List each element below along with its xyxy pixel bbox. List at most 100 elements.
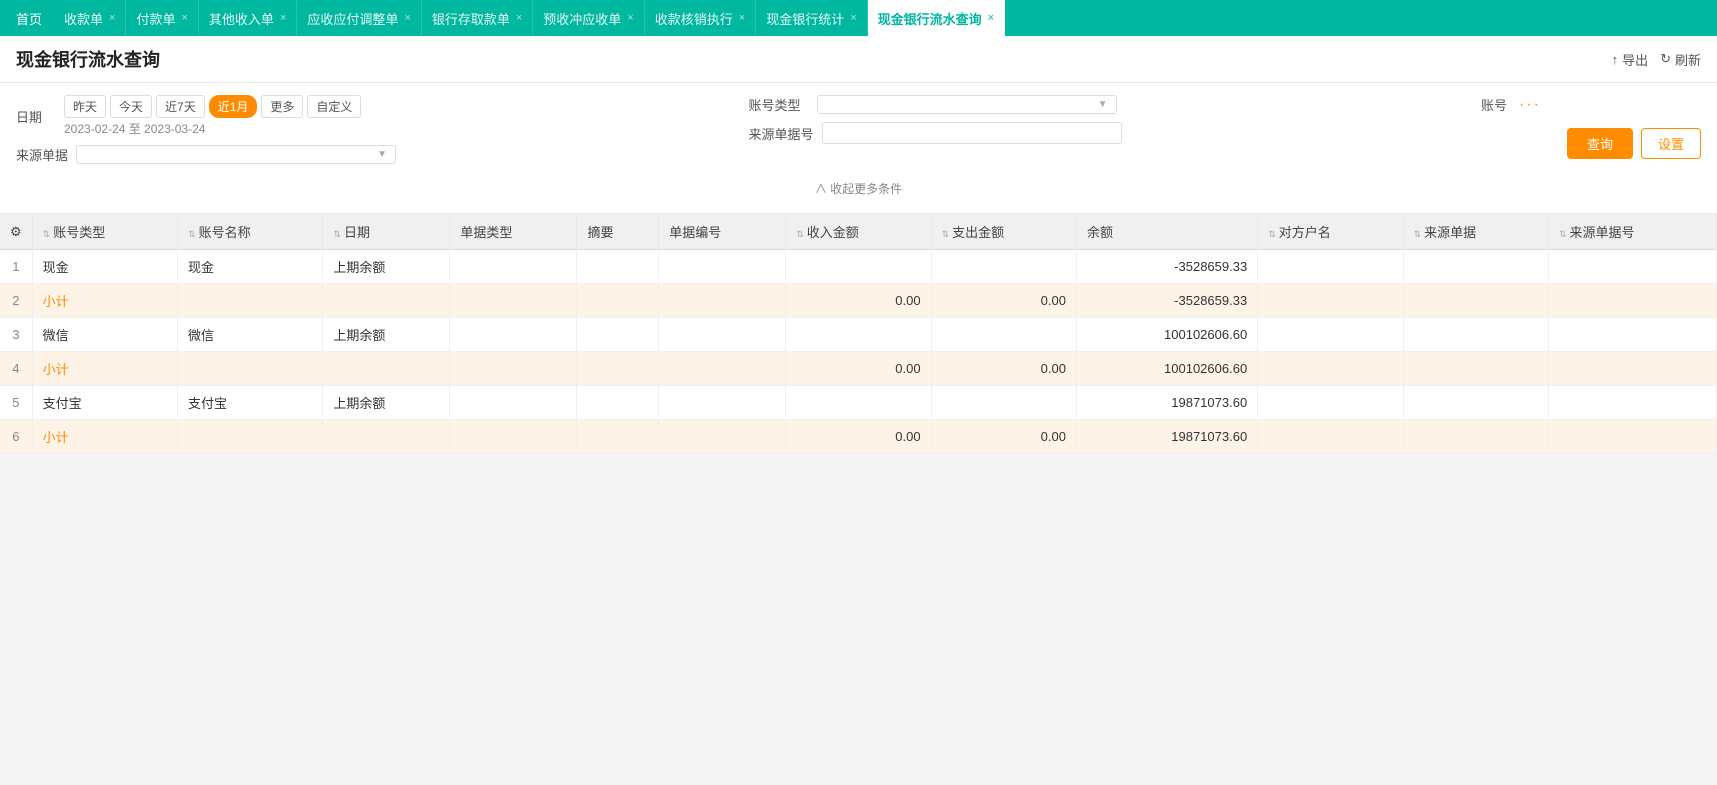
date-filter-row: 日期 昨天今天近7天近1月更多自定义 2023-02-24 至 2023-03-… xyxy=(16,95,709,137)
nav-tab-收款单[interactable]: 收款单× xyxy=(54,0,126,36)
tab-close-icon[interactable]: × xyxy=(516,12,522,24)
cell-summary xyxy=(577,386,659,420)
nav-tab-现金银行统计[interactable]: 现金银行统计× xyxy=(756,0,867,36)
source-doc-label: 来源单据 xyxy=(16,145,68,164)
collapse-label: 收起更多条件 xyxy=(830,182,902,196)
cell-source_doc_no xyxy=(1548,352,1716,386)
table-row: 5支付宝支付宝上期余额19871073.60 xyxy=(0,386,1717,420)
cell-expense: 0.00 xyxy=(931,284,1076,318)
cell-counterpart xyxy=(1258,352,1403,386)
cell-doc_type xyxy=(450,420,577,454)
cell-source_doc_no xyxy=(1548,318,1716,352)
date-option-更多[interactable]: 更多 xyxy=(261,95,303,118)
source-doc-num-input[interactable] xyxy=(822,122,1122,144)
tab-close-icon[interactable]: × xyxy=(280,12,286,24)
col-header-date[interactable]: ⇅日期 xyxy=(323,214,450,250)
col-header-doc_no: 单据编号 xyxy=(659,214,786,250)
date-label: 日期 xyxy=(16,107,56,126)
col-header-income[interactable]: ⇅收入金额 xyxy=(786,214,931,250)
date-option-自定义[interactable]: 自定义 xyxy=(307,95,361,118)
refresh-button[interactable]: ↻ 刷新 xyxy=(1660,50,1701,69)
col-header-account_type[interactable]: ⇅账号类型 xyxy=(32,214,177,250)
cell-account_type: 现金 xyxy=(32,250,177,284)
col-header-summary: 摘要 xyxy=(577,214,659,250)
action-buttons: 查询 设置 xyxy=(1567,128,1701,159)
collapse-bar[interactable]: ∧ 收起更多条件 xyxy=(16,176,1701,201)
cell-date: 上期余额 xyxy=(323,386,450,420)
cell-doc_no xyxy=(659,250,786,284)
nav-tab-预收冲应收单[interactable]: 预收冲应收单× xyxy=(533,0,644,36)
settings-button[interactable]: 设置 xyxy=(1641,128,1701,159)
cell-expense xyxy=(931,386,1076,420)
tab-close-icon[interactable]: × xyxy=(739,12,745,24)
account-type-select[interactable]: ▼ xyxy=(817,95,1117,114)
cell-source_doc xyxy=(1403,284,1548,318)
cell-account_type: 小计 xyxy=(32,420,177,454)
date-options: 昨天今天近7天近1月更多自定义 xyxy=(64,95,361,118)
cell-counterpart xyxy=(1258,250,1403,284)
cell-source_doc_no xyxy=(1548,420,1716,454)
cell-counterpart xyxy=(1258,284,1403,318)
cell-date xyxy=(323,420,450,454)
cell-row_num: 2 xyxy=(0,284,32,318)
nav-tab-现金银行流水查询[interactable]: 现金银行流水查询× xyxy=(868,0,1005,36)
export-button[interactable]: ↑ 导出 xyxy=(1612,50,1649,69)
cell-row_num: 6 xyxy=(0,420,32,454)
col-header-source_doc_no[interactable]: ⇅来源单据号 xyxy=(1548,214,1716,250)
tab-close-icon[interactable]: × xyxy=(404,12,410,24)
nav-tab-收款核销执行[interactable]: 收款核销执行× xyxy=(645,0,756,36)
table-body: 1现金现金上期余额-3528659.332小计0.000.00-3528659.… xyxy=(0,250,1717,454)
cell-balance: 100102606.60 xyxy=(1076,352,1257,386)
main-table: ⚙⇅账号类型⇅账号名称⇅日期单据类型摘要单据编号⇅收入金额⇅支出金额余额⇅对方户… xyxy=(0,214,1717,454)
date-option-近7天[interactable]: 近7天 xyxy=(156,95,205,118)
cell-row_num: 1 xyxy=(0,250,32,284)
table-row: 4小计0.000.00100102606.60 xyxy=(0,352,1717,386)
table-row: 2小计0.000.00-3528659.33 xyxy=(0,284,1717,318)
cell-balance: 19871073.60 xyxy=(1076,386,1257,420)
cell-expense: 0.00 xyxy=(931,420,1076,454)
table-row: 1现金现金上期余额-3528659.33 xyxy=(0,250,1717,284)
nav-tab-付款单[interactable]: 付款单× xyxy=(126,0,198,36)
cell-summary xyxy=(577,352,659,386)
cell-account_name xyxy=(178,284,323,318)
cell-doc_no xyxy=(659,386,786,420)
nav-tab-其他收入单[interactable]: 其他收入单× xyxy=(199,0,297,36)
cell-balance: 100102606.60 xyxy=(1076,318,1257,352)
tab-close-icon[interactable]: × xyxy=(109,12,115,24)
account-type-filter-row: 账号类型 ▼ xyxy=(749,95,1442,114)
cell-source_doc_no xyxy=(1548,284,1716,318)
account-dots-button[interactable]: ··· xyxy=(1519,96,1541,114)
tab-close-icon[interactable]: × xyxy=(627,12,633,24)
cell-source_doc xyxy=(1403,250,1548,284)
cell-account_type: 小计 xyxy=(32,284,177,318)
top-nav: 首页 收款单×付款单×其他收入单×应收应付调整单×银行存取款单×预收冲应收单×收… xyxy=(0,0,1717,36)
date-option-昨天[interactable]: 昨天 xyxy=(64,95,106,118)
source-doc-num-label: 来源单据号 xyxy=(749,124,814,143)
date-option-今天[interactable]: 今天 xyxy=(110,95,152,118)
cell-doc_no xyxy=(659,318,786,352)
cell-date xyxy=(323,352,450,386)
col-header-settings: ⚙ xyxy=(0,214,32,250)
col-header-source_doc[interactable]: ⇅来源单据 xyxy=(1403,214,1548,250)
cell-source_doc_no xyxy=(1548,386,1716,420)
tab-close-icon[interactable]: × xyxy=(181,12,187,24)
nav-home[interactable]: 首页 xyxy=(4,9,54,28)
cell-doc_type xyxy=(450,352,577,386)
col-header-counterpart[interactable]: ⇅对方户名 xyxy=(1258,214,1403,250)
table-header: ⚙⇅账号类型⇅账号名称⇅日期单据类型摘要单据编号⇅收入金额⇅支出金额余额⇅对方户… xyxy=(0,214,1717,250)
tab-close-icon[interactable]: × xyxy=(850,12,856,24)
query-button[interactable]: 查询 xyxy=(1567,128,1633,159)
nav-tab-应收应付调整单[interactable]: 应收应付调整单× xyxy=(297,0,421,36)
col-header-expense[interactable]: ⇅支出金额 xyxy=(931,214,1076,250)
nav-tab-银行存取款单[interactable]: 银行存取款单× xyxy=(422,0,533,36)
col-header-account_name[interactable]: ⇅账号名称 xyxy=(178,214,323,250)
col-header-balance: 余额 xyxy=(1076,214,1257,250)
cell-account_name: 微信 xyxy=(178,318,323,352)
date-option-近1月[interactable]: 近1月 xyxy=(209,95,258,118)
tab-close-icon[interactable]: × xyxy=(988,12,994,24)
page-title: 现金银行流水查询 xyxy=(16,46,160,72)
cell-doc_no xyxy=(659,420,786,454)
source-doc-select[interactable]: ▼ xyxy=(76,145,396,164)
cell-account_name xyxy=(178,420,323,454)
account-type-label: 账号类型 xyxy=(749,95,809,114)
